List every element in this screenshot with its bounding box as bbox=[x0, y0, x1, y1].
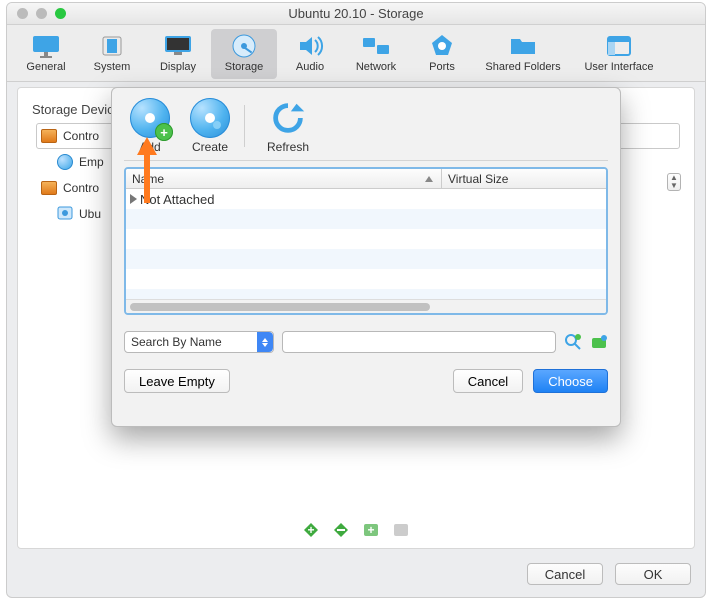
remove-controller-icon[interactable] bbox=[332, 521, 350, 539]
search-icon[interactable] bbox=[564, 333, 582, 351]
cancel-button[interactable]: Cancel bbox=[527, 563, 603, 585]
search-folder-icon[interactable] bbox=[590, 333, 608, 351]
settings-window: Ubuntu 20.10 - Storage General System Di… bbox=[6, 2, 706, 598]
dialog-buttons: Leave Empty Cancel Choose bbox=[124, 369, 608, 393]
speaker-icon bbox=[295, 33, 325, 59]
refresh-icon bbox=[268, 98, 308, 138]
svg-text:+: + bbox=[367, 523, 374, 537]
tree-label: Contro bbox=[63, 181, 99, 195]
search-row: Search By Name bbox=[124, 331, 608, 353]
table-body[interactable]: Not Attached bbox=[126, 189, 606, 299]
ok-button[interactable]: OK bbox=[615, 563, 691, 585]
dialog-cancel-button[interactable]: Cancel bbox=[453, 369, 523, 393]
table-row[interactable]: Not Attached bbox=[126, 189, 606, 209]
controller-icon bbox=[41, 129, 57, 143]
category-toolbar: General System Display Storage Audio bbox=[7, 25, 705, 82]
storage-action-icons: + + bbox=[302, 521, 410, 539]
port-count-stepper[interactable]: ▲▼ bbox=[667, 173, 681, 191]
add-attachment-icon[interactable]: + bbox=[362, 521, 380, 539]
combo-stepper-icon bbox=[257, 332, 273, 352]
monitor-icon bbox=[31, 33, 61, 59]
ports-icon bbox=[427, 33, 457, 59]
column-virtual-size[interactable]: Virtual Size bbox=[441, 169, 606, 188]
tab-user-interface[interactable]: User Interface bbox=[571, 29, 667, 79]
choose-button[interactable]: Choose bbox=[533, 369, 608, 393]
create-disk-button[interactable]: Create bbox=[190, 98, 230, 154]
add-disk-button[interactable]: + Add bbox=[130, 98, 170, 154]
tab-ports[interactable]: Ports bbox=[409, 29, 475, 79]
optical-disc-icon bbox=[57, 154, 73, 170]
tab-network[interactable]: Network bbox=[343, 29, 409, 79]
svg-text:+: + bbox=[307, 523, 314, 537]
hard-disk-icon bbox=[229, 33, 259, 59]
tab-display[interactable]: Display bbox=[145, 29, 211, 79]
hard-disk-small-icon bbox=[57, 205, 73, 224]
plus-badge-icon: + bbox=[155, 123, 173, 141]
tab-audio[interactable]: Audio bbox=[277, 29, 343, 79]
tab-system[interactable]: System bbox=[79, 29, 145, 79]
optical-disc-create-icon bbox=[190, 98, 230, 138]
add-controller-icon[interactable]: + bbox=[302, 521, 320, 539]
disk-table: Name Virtual Size Not Attached bbox=[124, 167, 608, 315]
search-input[interactable] bbox=[282, 331, 556, 353]
tab-storage[interactable]: Storage bbox=[211, 29, 277, 79]
tab-general[interactable]: General bbox=[13, 29, 79, 79]
folder-icon bbox=[508, 33, 538, 59]
table-header: Name Virtual Size bbox=[126, 169, 606, 189]
window-title: Ubuntu 20.10 - Storage bbox=[7, 6, 705, 21]
expand-toggle-icon[interactable] bbox=[126, 194, 140, 204]
leave-empty-button[interactable]: Leave Empty bbox=[124, 369, 230, 393]
remove-attachment-icon[interactable] bbox=[392, 521, 410, 539]
refresh-button[interactable]: Refresh bbox=[267, 98, 309, 154]
network-icon bbox=[361, 33, 391, 59]
controller-icon bbox=[41, 181, 57, 195]
row-label: Not Attached bbox=[140, 192, 214, 207]
optical-disc-add-icon: + bbox=[130, 98, 170, 138]
tree-label: Ubu bbox=[79, 207, 101, 221]
tab-shared-folders[interactable]: Shared Folders bbox=[475, 29, 571, 79]
toolbar-separator bbox=[244, 105, 245, 147]
tree-label: Contro bbox=[63, 129, 99, 143]
tree-label: Emp bbox=[79, 155, 104, 169]
titlebar: Ubuntu 20.10 - Storage bbox=[7, 3, 705, 25]
chip-icon bbox=[97, 33, 127, 59]
settings-dialog-buttons: Cancel OK bbox=[527, 563, 691, 585]
sort-ascending-icon bbox=[425, 176, 433, 182]
display-icon bbox=[163, 33, 193, 59]
ui-layout-icon bbox=[604, 33, 634, 59]
horizontal-scrollbar[interactable] bbox=[126, 299, 606, 313]
column-name[interactable]: Name bbox=[126, 172, 441, 186]
disk-selector-dialog: + Add Create Refresh bbox=[111, 87, 621, 427]
scrollbar-thumb[interactable] bbox=[130, 303, 430, 311]
search-mode-select[interactable]: Search By Name bbox=[124, 331, 274, 353]
dialog-toolbar: + Add Create Refresh bbox=[124, 98, 608, 161]
